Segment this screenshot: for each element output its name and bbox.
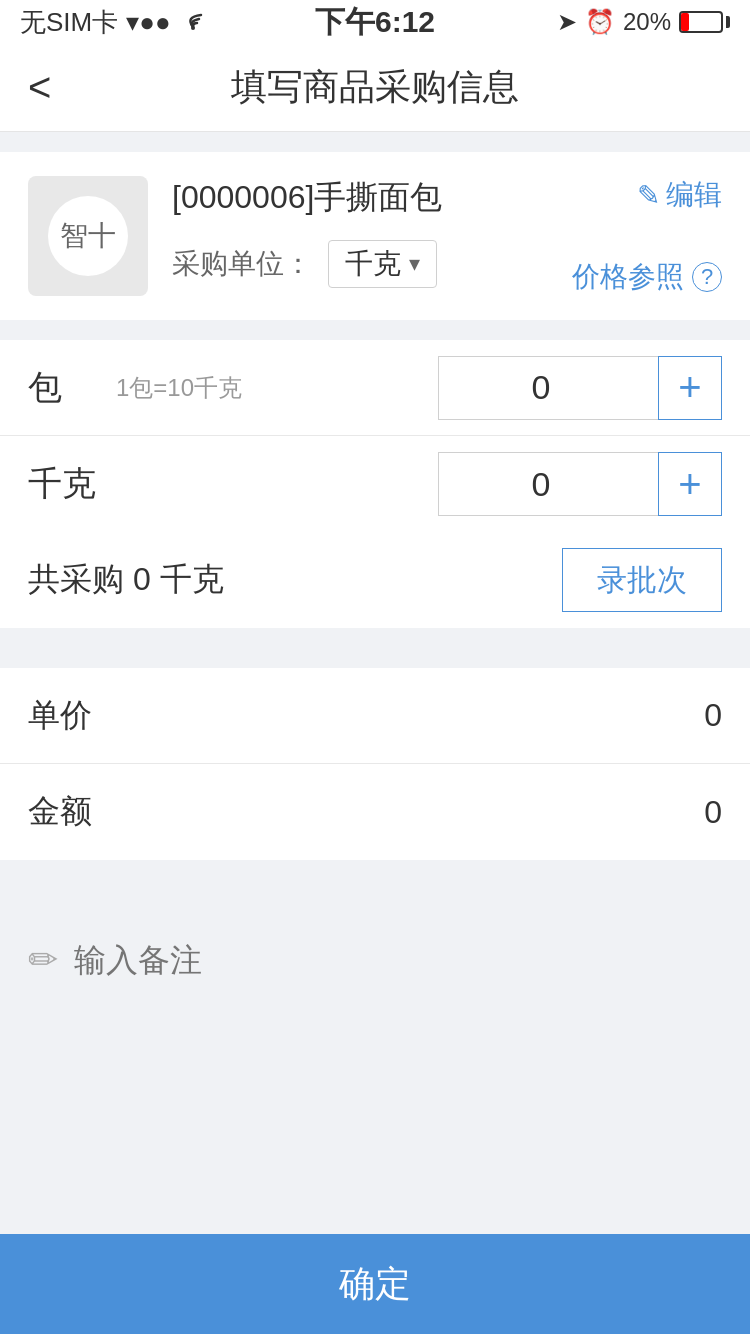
unit-label: 采购单位： [172,245,312,283]
status-left: 无SIM卡 ▾●● [20,5,207,40]
unit-dropdown-icon: ▾ [409,251,420,277]
bag-plus-button[interactable]: + [658,356,722,420]
confirm-label: 确定 [339,1260,411,1309]
battery-percent: 20% [623,8,671,36]
price-section: 单价 0 金额 0 [0,668,750,860]
amount-value: 0 [704,794,722,831]
product-logo: 智十 [48,196,128,276]
back-button[interactable]: < [28,65,51,110]
nav-bar: < 填写商品采购信息 [0,44,750,132]
status-time: 下午6:12 [315,2,435,43]
kg-input-row: 千克 + [0,436,750,532]
status-right: ➤ ⏰ 20% [557,8,730,36]
carrier-label: 无SIM卡 [20,5,118,40]
bag-input-wrap: + [438,356,722,420]
kg-label: 千克 [28,461,108,507]
kg-input-wrap: + [438,452,722,516]
page-title: 填写商品采购信息 [231,63,519,112]
edit-button[interactable]: ✎ 编辑 [637,176,722,214]
battery-icon [679,11,730,33]
bag-input[interactable] [438,356,658,420]
kg-plus-button[interactable]: + [658,452,722,516]
batch-button[interactable]: 录批次 [562,548,722,612]
status-bar: 无SIM卡 ▾●● 下午6:12 ➤ ⏰ 20% [0,0,750,44]
product-image: 智十 [28,176,148,296]
summary-text: 共采购 0 千克 [28,558,224,602]
unit-value: 千克 [345,245,401,283]
bag-input-row: 包 1包=10千克 + [0,340,750,436]
bag-sub-label: 1包=10千克 [116,372,438,404]
product-card: 智十 [0000006]手撕面包 采购单位： 千克 ▾ ✎ 编辑 价格参照 ? [0,152,750,320]
svg-point-0 [191,26,195,30]
kg-input[interactable] [438,452,658,516]
alarm-icon: ⏰ [585,8,615,36]
price-ref-label: 价格参照 [572,258,684,296]
edit-label: 编辑 [666,176,722,214]
price-ref-button[interactable]: 价格参照 ? [572,258,722,296]
edit-icon: ✎ [637,179,660,212]
unit-price-value: 0 [704,697,722,734]
amount-label: 金额 [28,790,92,834]
wifi-signal-icon [179,7,207,38]
confirm-button[interactable]: 确定 [0,1234,750,1334]
amount-row: 金额 0 [0,764,750,860]
unit-select[interactable]: 千克 ▾ [328,240,437,288]
input-section: 包 1包=10千克 + 千克 + [0,340,750,532]
location-icon: ➤ [557,8,577,36]
help-icon: ? [692,262,722,292]
note-section: ✏ [0,860,750,1060]
divider-1 [0,320,750,340]
logo-text: 智十 [60,217,116,255]
summary-row: 共采购 0 千克 录批次 [0,532,750,628]
unit-price-row: 单价 0 [0,668,750,764]
note-input[interactable] [74,942,722,979]
unit-price-label: 单价 [28,694,92,738]
bag-label: 包 [28,365,108,411]
pencil-icon: ✏ [28,939,58,981]
wifi-icon: ▾●● [126,7,170,38]
divider-2 [0,628,750,648]
